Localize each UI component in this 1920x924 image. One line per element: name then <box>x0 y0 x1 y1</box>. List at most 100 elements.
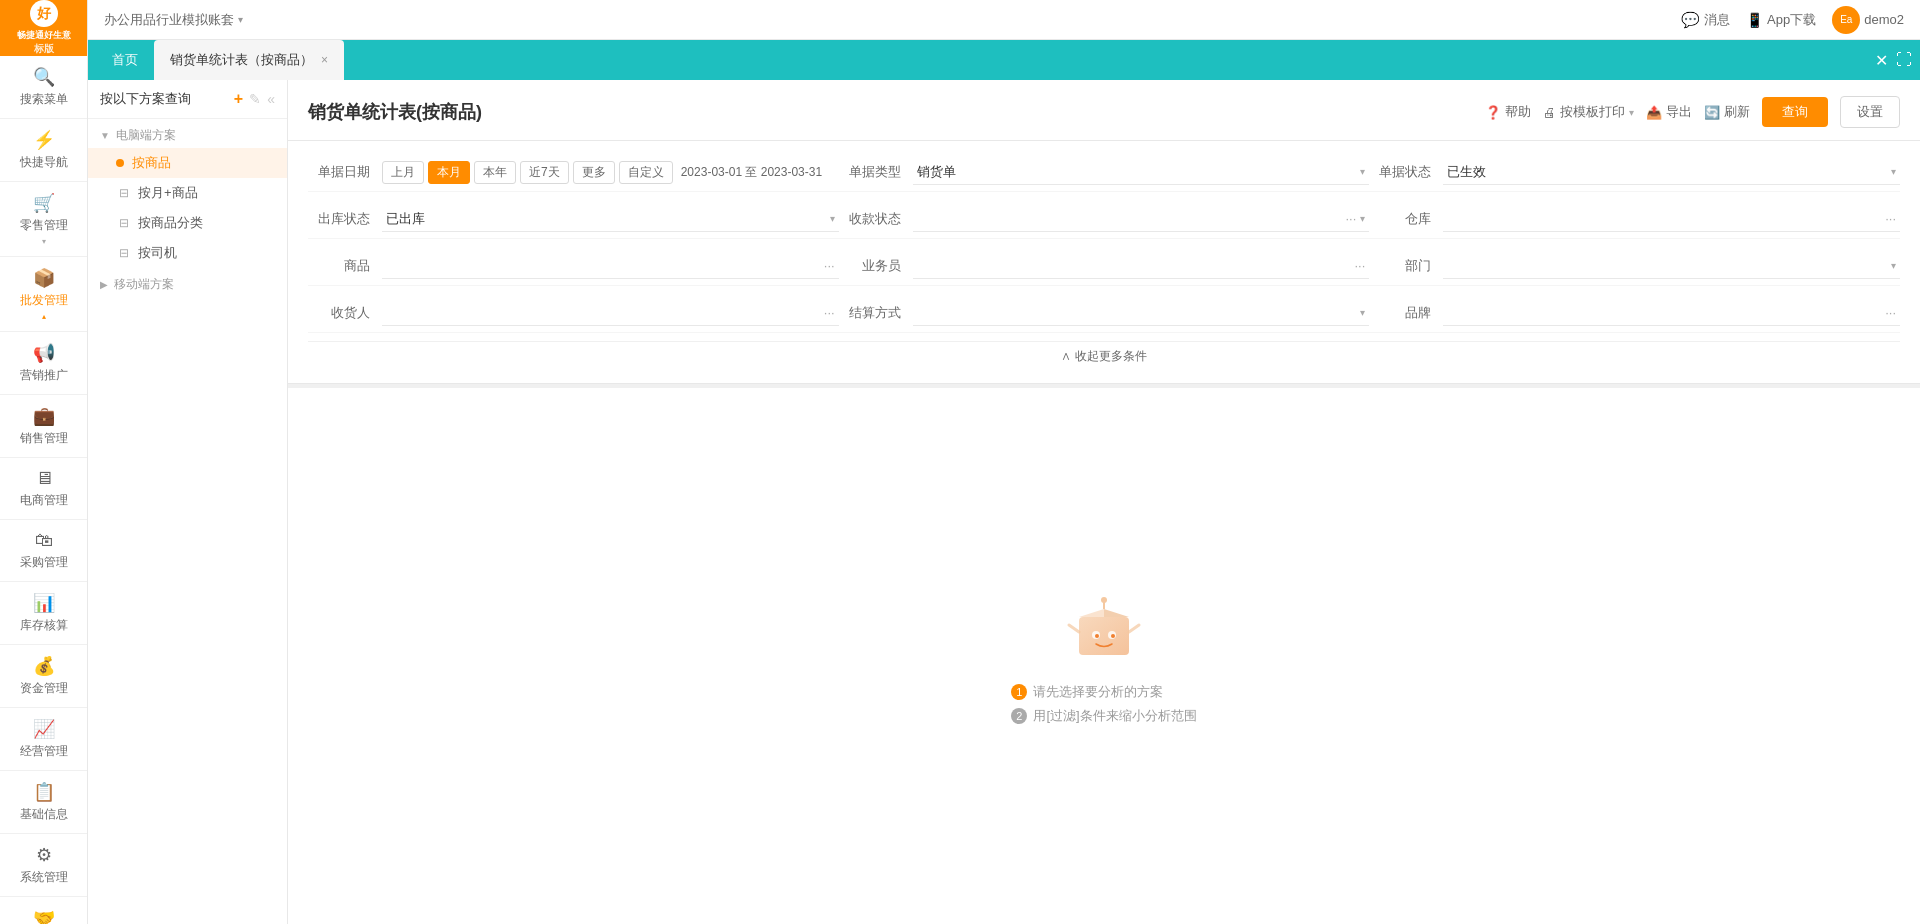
collapse-filter-btn[interactable]: ∧ 收起更多条件 <box>308 341 1900 371</box>
tree-node-label-by-month-goods: 按月+商品 <box>138 184 198 202</box>
filter-row-3: 商品 ··· 业务员 ··· 部门 ▾ <box>308 247 1900 286</box>
sidebar-item-label-sales: 销售管理 <box>20 430 68 447</box>
print-icon: 🖨 <box>1543 105 1556 120</box>
salesperson-ellipsis[interactable]: ··· <box>1354 258 1365 273</box>
finance-icon: 💰 <box>33 655 55 677</box>
tab-close-window[interactable]: ✕ <box>1875 51 1888 70</box>
page-header-top: 销货单统计表(按商品) ❓ 帮助 🖨 按模板打印 ▾ 📤 <box>308 96 1900 128</box>
message-btn[interactable]: 💬 消息 <box>1681 11 1730 29</box>
brand-ellipsis[interactable]: ··· <box>1885 305 1896 320</box>
sidebar-item-sales[interactable]: 💼 销售管理 <box>0 395 88 458</box>
tab-maximize-window[interactable]: ⛶ <box>1896 51 1912 69</box>
sidebar-item-label-purchase: 采购管理 <box>20 554 68 571</box>
edit-scheme-btn[interactable]: ✎ <box>249 91 261 107</box>
department-dropdown-icon[interactable]: ▾ <box>1891 260 1896 271</box>
active-dot-icon <box>116 159 124 167</box>
sidebar-item-label-inventory: 库存核算 <box>20 617 68 634</box>
filter-payment-status-label: 收款状态 <box>839 210 909 228</box>
industry-label: 办公用品行业模拟账套 <box>104 11 234 29</box>
sidebar-item-marketing[interactable]: 📢 营销推广 <box>0 332 88 395</box>
export-icon: 📤 <box>1646 105 1662 120</box>
filter-salesperson-cell: 业务员 ··· <box>839 247 1370 286</box>
svg-line-10 <box>1129 625 1139 632</box>
doc-type-dropdown-icon[interactable]: ▾ <box>1360 166 1365 177</box>
empty-text: 1 请先选择要分析的方案 2 用[过滤]条件来缩小分析范围 <box>1011 683 1196 725</box>
doc-status-value: 已生效 <box>1447 163 1887 181</box>
sidebar-item-enterprise[interactable]: 🤝 企业协同 <box>0 897 88 924</box>
sidebar-item-finance[interactable]: 💰 资金管理 <box>0 645 88 708</box>
payment-status-ellipsis[interactable]: ··· <box>1345 211 1356 226</box>
tree-label-mobile: 移动端方案 <box>114 276 174 293</box>
user-menu[interactable]: Ea demo2 <box>1832 6 1904 34</box>
sidebar-item-retail[interactable]: 🛒 零售管理 ▾ <box>0 182 88 257</box>
sidebar-item-ecommerce[interactable]: 🖥 电商管理 <box>0 458 88 520</box>
this-month-btn[interactable]: 本月 <box>428 161 470 184</box>
this-year-btn[interactable]: 本年 <box>474 161 516 184</box>
warehouse-ellipsis[interactable]: ··· <box>1885 211 1896 226</box>
last7-btn[interactable]: 近7天 <box>520 161 569 184</box>
sidebar-item-system[interactable]: ⚙ 系统管理 <box>0 834 88 897</box>
refresh-btn[interactable]: 🔄 刷新 <box>1704 103 1750 121</box>
step-1-num: 1 <box>1011 684 1027 700</box>
user-name: demo2 <box>1864 12 1904 27</box>
settings-button[interactable]: 设置 <box>1840 96 1900 128</box>
payment-status-dropdown-icon[interactable]: ▾ <box>1360 213 1365 224</box>
last-month-btn[interactable]: 上月 <box>382 161 424 184</box>
sidebar-item-quick-nav[interactable]: ⚡ 快捷导航 <box>0 119 88 182</box>
custom-date-btn[interactable]: 自定义 <box>619 161 673 184</box>
filter-payment-method-cell: 结算方式 ▾ <box>839 294 1370 333</box>
sidebar-item-label-basic: 基础信息 <box>20 806 68 823</box>
left-panel-title: 按以下方案查询 <box>100 90 191 108</box>
tab-bar-actions: ✕ ⛶ <box>1875 51 1912 70</box>
out-status-dropdown-icon[interactable]: ▾ <box>830 213 835 224</box>
app-logo: 好 畅捷通好生意 标版 <box>0 0 88 56</box>
tree-node-by-driver[interactable]: ⊟ 按司机 <box>88 238 287 268</box>
tree-node-by-goods[interactable]: 按商品 <box>88 148 287 178</box>
help-btn[interactable]: ❓ 帮助 <box>1485 103 1531 121</box>
retail-icon: 🛒 <box>33 192 55 214</box>
sidebar-item-operation[interactable]: 📈 经营管理 <box>0 708 88 771</box>
sidebar-menu: 🔍 搜索菜单 ⚡ 快捷导航 🛒 零售管理 ▾ 📦 批发管理 ▴ 📢 营销推广 💼… <box>0 56 88 924</box>
filter-warehouse-label: 仓库 <box>1369 210 1439 228</box>
main-area: 办公用品行业模拟账套 ▾ 💬 消息 📱 App下载 Ea demo2 首页 <box>88 0 1920 924</box>
tree-group-desktop: ▼ 电脑端方案 <box>88 119 287 148</box>
sidebar-item-wholesale[interactable]: 📦 批发管理 ▴ <box>0 257 88 332</box>
query-button[interactable]: 查询 <box>1762 97 1828 127</box>
user-avatar: Ea <box>1832 6 1860 34</box>
empty-state: 1 请先选择要分析的方案 2 用[过滤]条件来缩小分析范围 <box>288 388 1920 924</box>
tab-home[interactable]: 首页 <box>96 40 154 80</box>
add-scheme-btn[interactable]: + <box>234 90 243 108</box>
tab-active[interactable]: 销货单统计表（按商品） × <box>154 40 344 80</box>
more-date-btn[interactable]: 更多 <box>573 161 615 184</box>
empty-step2-label: 用[过滤]条件来缩小分析范围 <box>1033 707 1196 725</box>
filter-area: 单据日期 上月 本月 本年 近7天 更多 自定义 2023-03-01 至 20… <box>288 141 1920 384</box>
tab-home-label: 首页 <box>112 51 138 69</box>
sidebar-item-purchase[interactable]: 🛍 采购管理 <box>0 520 88 582</box>
left-panel-header: 按以下方案查询 + ✎ « <box>88 80 287 119</box>
tab-close-icon[interactable]: × <box>321 53 328 67</box>
print-btn[interactable]: 🖨 按模板打印 ▾ <box>1543 103 1634 121</box>
search-menu-icon: 🔍 <box>33 66 55 88</box>
goods-ellipsis[interactable]: ··· <box>824 258 835 273</box>
node-icon-month: ⊟ <box>116 186 132 200</box>
wholesale-icon: 📦 <box>33 267 55 289</box>
print-arrow: ▾ <box>1629 107 1634 118</box>
payment-method-dropdown-icon[interactable]: ▾ <box>1360 307 1365 318</box>
svg-marker-1 <box>1079 609 1104 617</box>
sidebar-item-basic[interactable]: 📋 基础信息 <box>0 771 88 834</box>
sidebar-item-label-operation: 经营管理 <box>20 743 68 760</box>
filter-out-status-cell: 出库状态 已出库 ▾ <box>308 200 839 239</box>
doc-status-dropdown-icon[interactable]: ▾ <box>1891 166 1896 177</box>
refresh-label: 刷新 <box>1724 103 1750 121</box>
export-btn[interactable]: 📤 导出 <box>1646 103 1692 121</box>
node-icon-driver: ⊟ <box>116 246 132 260</box>
sidebar-item-search[interactable]: 🔍 搜索菜单 <box>0 56 88 119</box>
filter-date-cell: 单据日期 上月 本月 本年 近7天 更多 自定义 2023-03-01 至 20… <box>308 153 839 192</box>
collapse-panel-btn[interactable]: « <box>267 91 275 107</box>
tree-node-by-month-goods[interactable]: ⊟ 按月+商品 <box>88 178 287 208</box>
app-download-btn[interactable]: 📱 App下载 <box>1746 11 1816 29</box>
sidebar-item-inventory[interactable]: 📊 库存核算 <box>0 582 88 645</box>
receiver-ellipsis[interactable]: ··· <box>824 305 835 320</box>
basic-icon: 📋 <box>33 781 55 803</box>
tree-node-by-category[interactable]: ⊟ 按商品分类 <box>88 208 287 238</box>
